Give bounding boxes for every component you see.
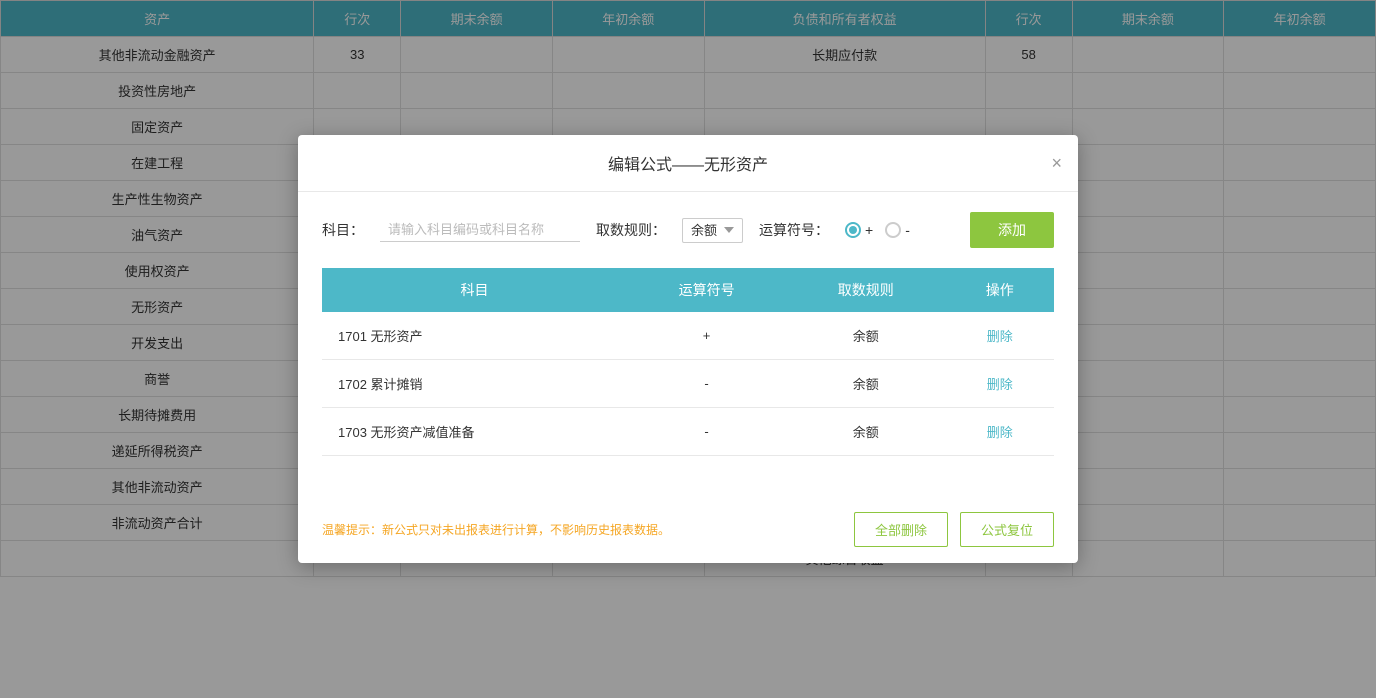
table-cell-subject: 1702 累计摊销 <box>322 360 627 408</box>
operator-minus-radio[interactable]: - <box>885 222 910 238</box>
table-header: 取数规则 <box>786 268 945 312</box>
modal-body: 科目： 取数规则： 余额 运算符号： + - <box>298 192 1078 496</box>
footer-tip: 温馨提示：新公式只对未出报表进行计算，不影响历史报表数据。 <box>322 521 670 538</box>
table-header: 运算符号 <box>627 268 786 312</box>
table-cell-rule: 余额 <box>786 360 945 408</box>
modal-header: 编辑公式——无形资产 × <box>298 135 1078 192</box>
table-cell-action: 删除 <box>945 312 1054 360</box>
close-button[interactable]: × <box>1051 154 1062 172</box>
table-header: 操作 <box>945 268 1054 312</box>
rule-select-wrap: 余额 <box>682 218 743 243</box>
radio-plus-circle <box>845 222 861 238</box>
table-cell-rule: 余额 <box>786 408 945 456</box>
table-row: 1701 无形资产+余额 删除 <box>322 312 1054 360</box>
table-cell-action: 删除 <box>945 408 1054 456</box>
delete-row-button[interactable]: 删除 <box>987 374 1013 393</box>
table-row: 1703 无形资产减值准备-余额 删除 <box>322 408 1054 456</box>
operator-minus-label: - <box>905 222 910 238</box>
table-cell-operator: - <box>627 408 786 456</box>
operator-plus-radio[interactable]: + <box>845 222 873 238</box>
subject-label: 科目： <box>322 220 364 240</box>
delete-all-button[interactable]: 全部删除 <box>854 512 948 547</box>
table-cell-operator: + <box>627 312 786 360</box>
operator-radio-group: + - <box>845 222 910 238</box>
table-cell-rule: 余额 <box>786 312 945 360</box>
delete-row-button[interactable]: 删除 <box>987 422 1013 441</box>
reset-button[interactable]: 公式复位 <box>960 512 1054 547</box>
operator-label: 运算符号： <box>759 220 829 240</box>
table-cell-action: 删除 <box>945 360 1054 408</box>
table-cell-subject: 1701 无形资产 <box>322 312 627 360</box>
modal-title: 编辑公式——无形资产 <box>608 151 768 175</box>
rule-select[interactable]: 余额 <box>682 218 743 243</box>
add-button[interactable]: 添加 <box>970 212 1054 248</box>
table-row: 1702 累计摊销-余额 删除 <box>322 360 1054 408</box>
delete-row-button[interactable]: 删除 <box>987 326 1013 345</box>
operator-plus-label: + <box>865 222 873 238</box>
form-row: 科目： 取数规则： 余额 运算符号： + - <box>322 212 1054 248</box>
edit-formula-modal: 编辑公式——无形资产 × 科目： 取数规则： 余额 运算符号： <box>298 135 1078 563</box>
formula-table: 科目运算符号取数规则操作 1701 无形资产+余额删除1702 累计摊销-余额删… <box>322 268 1054 456</box>
table-cell-subject: 1703 无形资产减值准备 <box>322 408 627 456</box>
modal-footer: 温馨提示：新公式只对未出报表进行计算，不影响历史报表数据。 全部删除 公式复位 <box>298 496 1078 563</box>
modal-overlay: 编辑公式——无形资产 × 科目： 取数规则： 余额 运算符号： <box>0 0 1376 698</box>
radio-minus-circle <box>885 222 901 238</box>
table-header: 科目 <box>322 268 627 312</box>
footer-actions: 全部删除 公式复位 <box>854 512 1054 547</box>
subject-input[interactable] <box>380 218 580 242</box>
table-cell-operator: - <box>627 360 786 408</box>
rule-label: 取数规则： <box>596 220 666 240</box>
